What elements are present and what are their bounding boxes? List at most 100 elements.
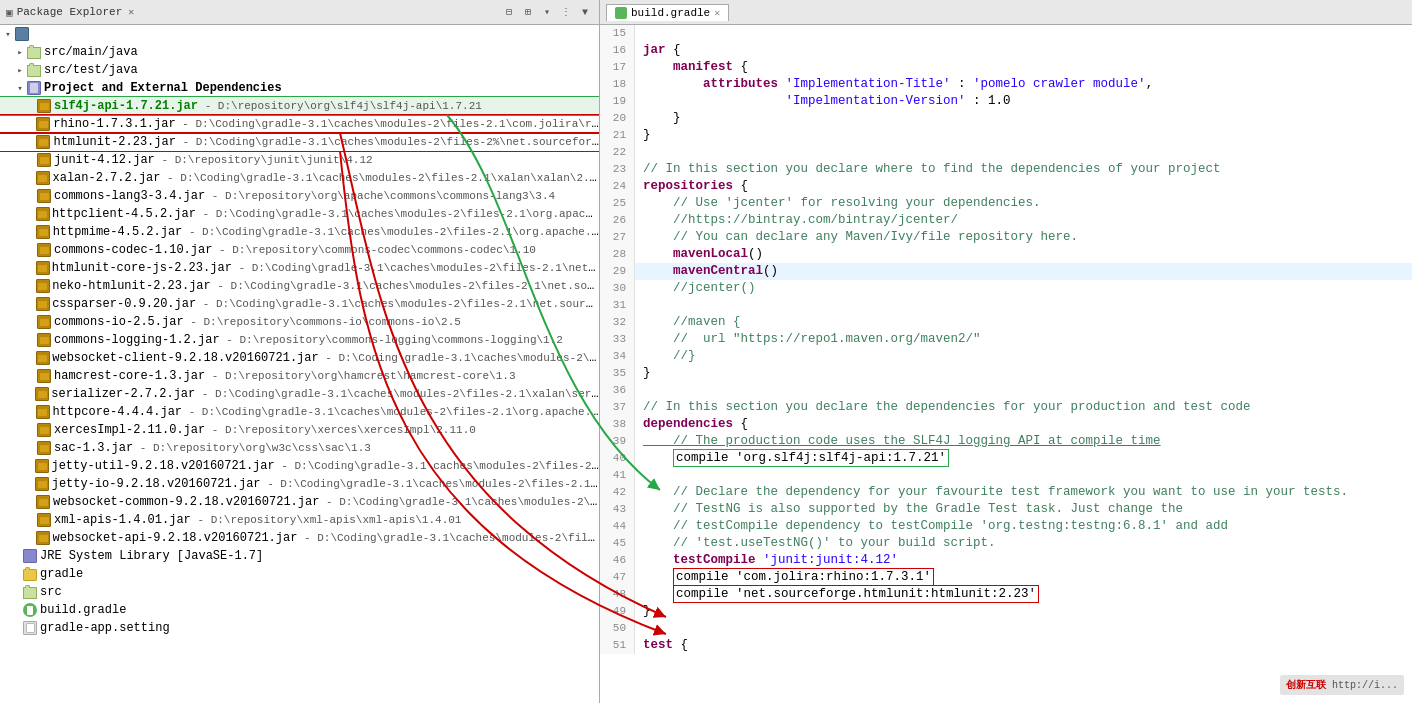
line-content: // Declare the dependency for your favou… — [635, 484, 1348, 501]
line-content: } — [635, 127, 651, 144]
line-number: 51 — [600, 637, 635, 654]
line-content: //jcenter() — [635, 280, 756, 297]
tree-item-gradle-dep[interactable]: gradle — [0, 565, 599, 583]
list-item[interactable]: cssparser-0.9.20.jar - D:\Coding\gradle-… — [0, 295, 599, 313]
panel-header-left: ▣ Package Explorer ✕ — [6, 6, 134, 19]
line-content — [635, 25, 643, 42]
src-folder-icon — [22, 584, 38, 600]
line-number: 32 — [600, 314, 635, 331]
view-menu-icon[interactable]: ▼ — [577, 4, 593, 20]
minimize-icon[interactable]: ⊟ — [501, 4, 517, 20]
line-number: 27 — [600, 229, 635, 246]
list-item[interactable]: sac-1.3.jar - D:\repository\org\w3c\css\… — [0, 439, 599, 457]
line-content: jar { — [635, 42, 681, 59]
line-number: 49 — [600, 603, 635, 620]
tree-item-jre[interactable]: JRE System Library [JavaSE-1.7] — [0, 547, 599, 565]
slf4j-label: slf4j-api-1.7.21.jar - D:\repository\org… — [54, 99, 482, 113]
code-line: 40 compile 'org.slf4j:slf4j-api:1.7.21' — [600, 450, 1412, 467]
root-arrow[interactable]: ▾ — [2, 29, 14, 40]
list-item[interactable]: commons-io-2.5.jar - D:\repository\commo… — [0, 313, 599, 331]
src-main-icon — [26, 44, 42, 60]
tree-item-src-main[interactable]: ▸ src/main/java — [0, 43, 599, 61]
maximize-icon[interactable]: ⊞ — [520, 4, 536, 20]
line-content: // In this section you declare where to … — [635, 161, 1221, 178]
list-item[interactable]: httpclient-4.5.2.jar - D:\Coding\gradle-… — [0, 205, 599, 223]
rhino-jar-icon — [35, 116, 51, 132]
tree-item-slf4j[interactable]: slf4j-api-1.7.21.jar - D:\repository\org… — [0, 97, 599, 115]
list-item[interactable]: httpmime-4.5.2.jar - D:\Coding\gradle-3.… — [0, 223, 599, 241]
code-line: 25 // Use 'jcenter' for resolving your d… — [600, 195, 1412, 212]
src-test-arrow[interactable]: ▸ — [14, 65, 26, 76]
list-item[interactable]: jetty-util-9.2.18.v20160721.jar - D:\Cod… — [0, 457, 599, 475]
list-item[interactable]: websocket-common-9.2.18.v20160721.jar - … — [0, 493, 599, 511]
line-number: 43 — [600, 501, 635, 518]
list-item[interactable]: commons-codec-1.10.jar - D:\repository\c… — [0, 241, 599, 259]
line-content: repositories { — [635, 178, 748, 195]
line-content: 'Impelmentation-Version' : 1.0 — [635, 93, 1011, 110]
code-line: 27 // You can declare any Maven/Ivy/file… — [600, 229, 1412, 246]
list-item[interactable]: httpcore-4.4.4.jar - D:\Coding\gradle-3.… — [0, 403, 599, 421]
line-content — [635, 620, 643, 637]
package-explorer-panel: ▣ Package Explorer ✕ ⊟ ⊞ ▾ ⋮ ▼ ▾ — [0, 0, 600, 703]
tree-item-build-gradle[interactable]: build.gradle — [0, 601, 599, 619]
code-line: 15 — [600, 25, 1412, 42]
list-item[interactable]: websocket-client-9.2.18.v20160721.jar - … — [0, 349, 599, 367]
code-line: 45 // 'test.useTestNG()' to your build s… — [600, 535, 1412, 552]
menu-icon[interactable]: ⋮ — [558, 4, 574, 20]
dropdown-icon[interactable]: ▾ — [539, 4, 555, 20]
line-number: 42 — [600, 484, 635, 501]
list-item[interactable]: htmlunit-core-js-2.23.jar - D:\Coding\gr… — [0, 259, 599, 277]
list-item[interactable]: serializer-2.7.2.jar - D:\Coding\gradle-… — [0, 385, 599, 403]
list-item[interactable]: junit-4.12.jar - D:\repository\junit\jun… — [0, 151, 599, 169]
list-item[interactable]: xercesImpl-2.11.0.jar - D:\repository\xe… — [0, 421, 599, 439]
gradle-dep-label: gradle — [40, 567, 83, 581]
src-folder-label: src — [40, 585, 62, 599]
watermark: 创新互联 http://i... — [1280, 675, 1404, 695]
project-icon: ▣ — [6, 6, 13, 19]
gradle-app-label: gradle-app.setting — [40, 621, 170, 635]
line-number: 18 — [600, 76, 635, 93]
line-number: 30 — [600, 280, 635, 297]
line-number: 17 — [600, 59, 635, 76]
src-main-arrow[interactable]: ▸ — [14, 47, 26, 58]
gradle-app-icon — [22, 620, 38, 636]
list-item[interactable]: xml-apis-1.4.01.jar - D:\repository\xml-… — [0, 511, 599, 529]
list-item[interactable]: hamcrest-core-1.3.jar - D:\repository\or… — [0, 367, 599, 385]
code-line: 24repositories { — [600, 178, 1412, 195]
list-item[interactable]: neko-htmlunit-2.23.jar - D:\Coding\gradl… — [0, 277, 599, 295]
editor-tab-build-gradle[interactable]: build.gradle ✕ — [606, 4, 729, 21]
line-number: 34 — [600, 348, 635, 365]
tab-close-icon[interactable]: ✕ — [714, 7, 720, 19]
list-item[interactable]: jetty-io-9.2.18.v20160721.jar - D:\Codin… — [0, 475, 599, 493]
watermark-url: http://i... — [1332, 680, 1398, 691]
line-number: 33 — [600, 331, 635, 348]
tree-item-gradle-app[interactable]: gradle-app.setting — [0, 619, 599, 637]
tree-item-src-folder[interactable]: src — [0, 583, 599, 601]
code-line: 28 mavenLocal() — [600, 246, 1412, 263]
line-number: 20 — [600, 110, 635, 127]
ext-deps-arrow[interactable]: ▾ — [14, 83, 26, 94]
line-content — [635, 382, 643, 399]
gradle-tab-icon — [615, 7, 627, 19]
tree-item-rhino[interactable]: rhino-1.7.3.1.jar - D:\Coding\gradle-3.1… — [0, 115, 599, 133]
line-number: 29 — [600, 263, 635, 280]
tree-item-src-test[interactable]: ▸ src/test/java — [0, 61, 599, 79]
code-line: 30 //jcenter() — [600, 280, 1412, 297]
package-tree: ▾ ▸ src/main/java — [0, 25, 599, 703]
line-content: mavenCentral() — [635, 263, 778, 280]
list-item[interactable]: commons-lang3-3.4.jar - D:\repository\or… — [0, 187, 599, 205]
line-content — [635, 467, 643, 484]
tree-root[interactable]: ▾ — [0, 25, 599, 43]
list-item[interactable]: commons-logging-1.2.jar - D:\repository\… — [0, 331, 599, 349]
tree-item-htmlunit[interactable]: htmlunit-2.23.jar - D:\Coding\gradle-3.1… — [0, 133, 599, 151]
line-number: 35 — [600, 365, 635, 382]
ext-deps-icon — [26, 80, 42, 96]
close-panel-icon[interactable]: ✕ — [128, 6, 134, 18]
line-number: 31 — [600, 297, 635, 314]
line-number: 26 — [600, 212, 635, 229]
list-item[interactable]: xalan-2.7.2.jar - D:\Coding\gradle-3.1\c… — [0, 169, 599, 187]
list-item[interactable]: websocket-api-9.2.18.v20160721.jar - D:\… — [0, 529, 599, 547]
line-content: //maven { — [635, 314, 741, 331]
tree-item-ext-deps[interactable]: ▾ Project and External Dependencies — [0, 79, 599, 97]
code-editor-area[interactable]: 1516jar {17 manifest {18 attributes 'Imp… — [600, 25, 1412, 703]
